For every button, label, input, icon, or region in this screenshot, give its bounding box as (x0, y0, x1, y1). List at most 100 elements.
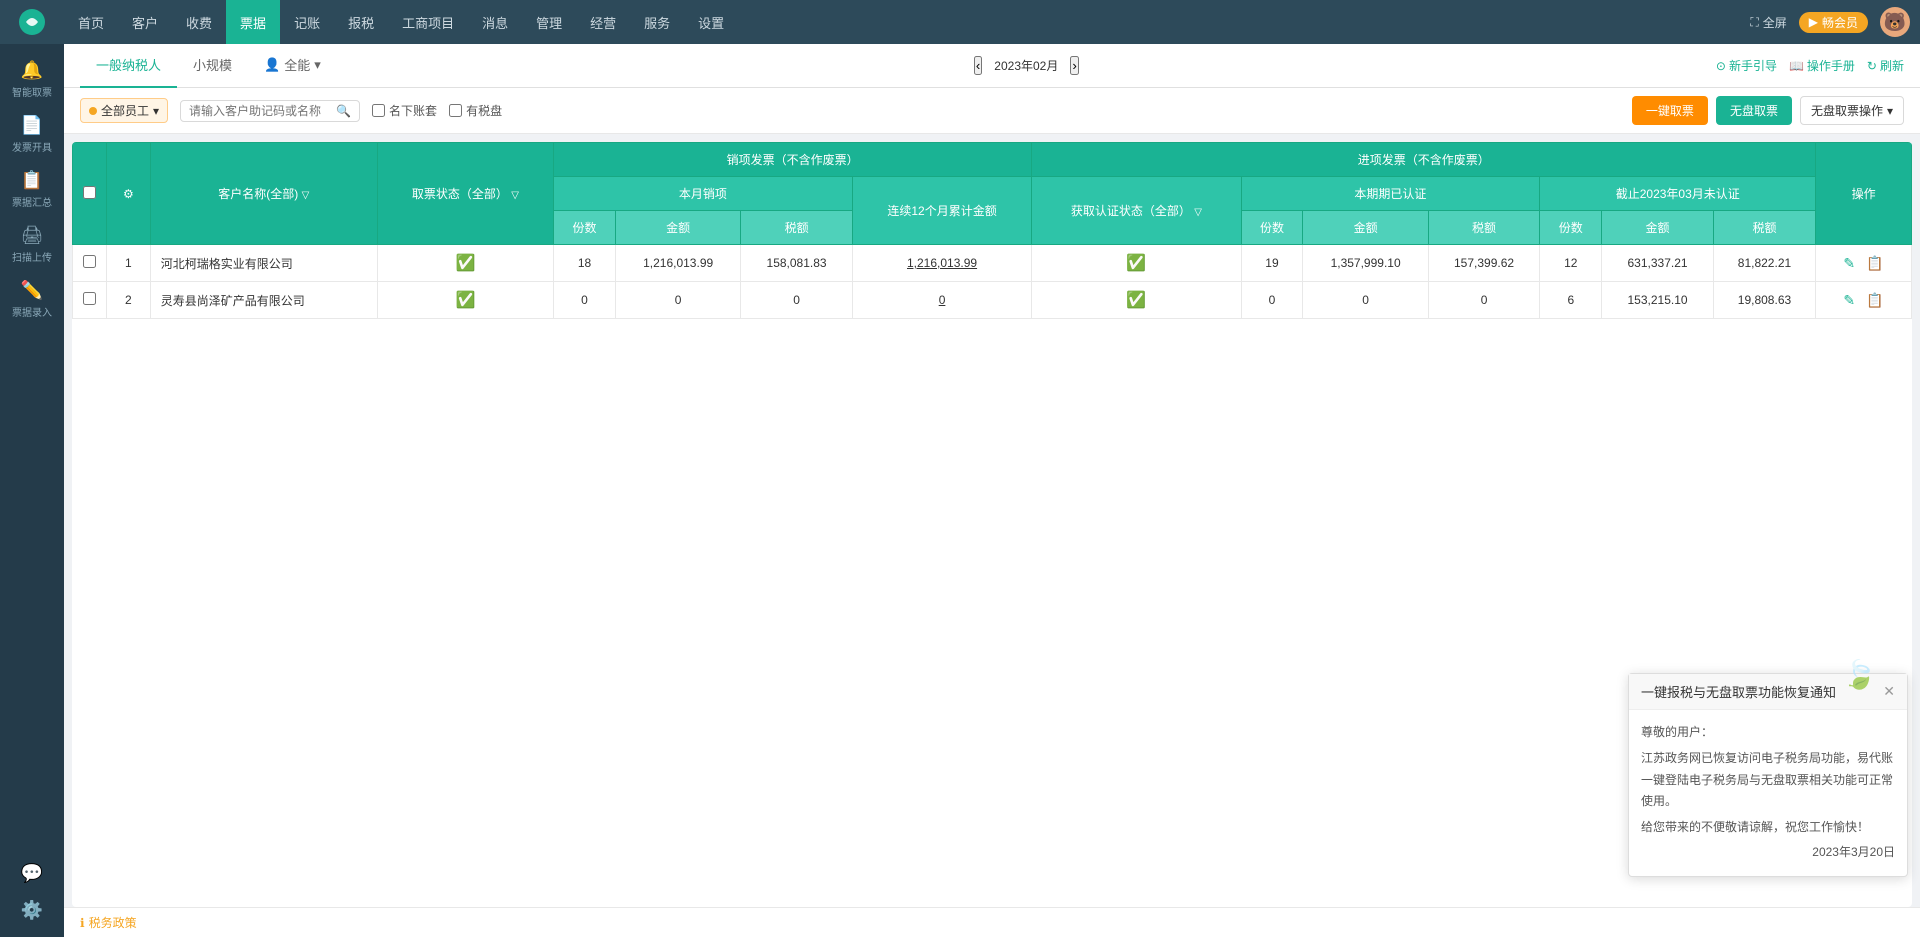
select-all-checkbox[interactable] (83, 186, 96, 199)
next-month-button[interactable]: › (1070, 56, 1078, 75)
row-period-tax: 157,399.62 (1428, 245, 1540, 282)
row-period-qty: 0 (1241, 282, 1303, 319)
popup-date: 2023年3月20日 (1641, 842, 1895, 864)
nav-service[interactable]: 服务 (630, 0, 684, 44)
popup-content: 江苏政务网已恢复访问电子税务局功能，易代账一键登陆电子税务局与无盘取票相关功能可… (1641, 748, 1895, 813)
search-icon[interactable]: 🔍 (336, 104, 351, 118)
th-operations: 操作 (1816, 143, 1912, 245)
smart-ticket-icon: 🔔 (21, 60, 43, 81)
status-check-icon: ✅ (455, 255, 475, 272)
nav-fee[interactable]: 收费 (172, 0, 226, 44)
status-filter-icon[interactable]: ▽ (511, 190, 519, 201)
nav-business[interactable]: 工商项目 (388, 0, 468, 44)
guide-icon: ⊙ (1716, 59, 1726, 73)
nav-accounting[interactable]: 记账 (280, 0, 334, 44)
copy-icon[interactable]: 📋 (1866, 255, 1883, 271)
row-checkbox[interactable] (83, 292, 96, 305)
prev-month-button[interactable]: ‹ (974, 56, 982, 75)
notification-popup: 🍃 一键报税与无盘取票功能恢复通知 ✕ 尊敬的用户： 江苏政务网已恢复访问电子税… (1628, 673, 1908, 877)
nav-home[interactable]: 首页 (64, 0, 118, 44)
manual-link[interactable]: 📖 操作手册 (1789, 57, 1855, 74)
popup-title: 一键报税与无盘取票功能恢复通知 (1641, 682, 1836, 701)
fullscreen-btn[interactable]: ⛶ 全屏 (1750, 14, 1786, 31)
popup-close-button[interactable]: ✕ (1883, 683, 1895, 700)
edit-icon[interactable]: ✎ (1843, 292, 1855, 308)
chat-icon: 💬 (21, 863, 43, 884)
filter-icon[interactable]: ▽ (302, 190, 310, 201)
tab-general-taxpayer[interactable]: 一般纳税人 (80, 44, 177, 88)
th-this-period: 本期期已认证 (1241, 177, 1540, 211)
tax-policy-link[interactable]: ℹ 税务政策 (80, 914, 137, 931)
dropdown-chevron-icon: ▾ (1887, 104, 1893, 118)
th-cert-status: 获取认证状态（全部） ▽ (1032, 177, 1241, 245)
ticket-entry-icon: ✏️ (21, 280, 43, 301)
row-checkbox[interactable] (83, 255, 96, 268)
sidebar-item-smart-ticket[interactable]: 🔔 智能取票 (0, 52, 64, 107)
table-row: 1 河北柯瑞格实业有限公司 ✅ 18 1,216,013.99 158,081.… (73, 245, 1912, 282)
one-click-ticket-button[interactable]: 一键取票 (1632, 96, 1708, 125)
new-guide-link[interactable]: ⊙ 新手引导 (1716, 57, 1777, 74)
sidebar-item-ticket-entry[interactable]: ✏️ 票据录入 (0, 272, 64, 327)
row-period-qty: 19 (1241, 245, 1303, 282)
checkbox-taxdisk-input[interactable] (449, 104, 462, 117)
employee-dot (89, 107, 97, 115)
popup-closing: 给您带来的不便敬请谅解，祝您工作愉快！ (1641, 817, 1895, 839)
nav-items: 首页 客户 收费 票据 记账 报税 工商项目 消息 管理 经营 服务 设置 (64, 0, 1750, 44)
th-sales-qty: 份数 (554, 211, 616, 245)
search-input[interactable] (189, 104, 332, 118)
th-this-month: 本月销项 (554, 177, 853, 211)
popup-decoration: 🍃 (1842, 658, 1877, 691)
row-sales-qty: 0 (554, 282, 616, 319)
row-customer: 灵寿县尚泽矿产品有限公司 (150, 282, 377, 319)
tab-all[interactable]: 👤 全能 ▾ (248, 44, 337, 88)
tab-small-scale[interactable]: 小规模 (177, 44, 248, 88)
nav-tax[interactable]: 报税 (334, 0, 388, 44)
app-logo (10, 0, 54, 44)
book-icon: 📖 (1789, 59, 1804, 73)
tabs-bar: 一般纳税人 小规模 👤 全能 ▾ ‹ 2023年02月 › ⊙ 新手引导 (64, 44, 1920, 88)
checkbox-account[interactable]: 名下账套 (372, 102, 437, 119)
row-status: ✅ (377, 282, 553, 319)
no-disk-ops-button[interactable]: 无盘取票操作 ▾ (1800, 96, 1904, 125)
nav-business2[interactable]: 经营 (576, 0, 630, 44)
nav-customer[interactable]: 客户 (118, 0, 172, 44)
nav-settings[interactable]: 设置 (684, 0, 738, 44)
th-sales-header: 销项发票（不含作废票） (554, 143, 1032, 177)
nav-message[interactable]: 消息 (468, 0, 522, 44)
info-icon: ℹ (80, 916, 85, 930)
row-checkbox-cell (73, 245, 107, 282)
status-check-icon: ✅ (455, 292, 475, 309)
user-avatar[interactable]: 🐻 (1880, 7, 1910, 37)
sidebar-item-invoice-summary[interactable]: 📋 票据汇总 (0, 162, 64, 217)
cert-check-icon: ✅ (1126, 255, 1146, 272)
sidebar-item-settings[interactable]: ⚙️ (17, 892, 47, 929)
invoice-open-icon: 📄 (21, 115, 43, 136)
sidebar-bottom: 💬 ⚙️ (17, 855, 47, 929)
th-sales-tax: 税额 (741, 211, 853, 245)
settings-gear-icon[interactable]: ⚙ (123, 187, 134, 201)
sidebar-item-invoice-open[interactable]: 📄 发票开具 (0, 107, 64, 162)
no-disk-ticket-button[interactable]: 无盘取票 (1716, 96, 1792, 125)
sidebar-item-chat[interactable]: 💬 (17, 855, 47, 892)
invoice-summary-icon: 📋 (21, 170, 43, 191)
refresh-link[interactable]: ↻ 刷新 (1867, 57, 1904, 74)
checkbox-account-input[interactable] (372, 104, 385, 117)
nav-right: ⛶ 全屏 ▶ 畅会员 🐻 (1750, 7, 1910, 37)
employee-select[interactable]: 全部员工 ▾ (80, 98, 168, 123)
popup-greeting: 尊敬的用户： (1641, 722, 1895, 744)
employee-label: 全部员工 (101, 102, 149, 119)
th-deadline: 截止2023年03月未认证 (1540, 177, 1816, 211)
search-box: 🔍 (180, 100, 360, 122)
row-operations: ✎ 📋 (1816, 245, 1912, 282)
nav-manage[interactable]: 管理 (522, 0, 576, 44)
copy-icon[interactable]: 📋 (1866, 292, 1883, 308)
edit-icon[interactable]: ✎ (1843, 255, 1855, 271)
vip-button[interactable]: ▶ 畅会员 (1799, 12, 1868, 33)
row-status: ✅ (377, 245, 553, 282)
sidebar-item-scan-upload[interactable]: 🖨 扫描上传 (0, 217, 64, 272)
cert-filter-icon[interactable]: ▽ (1194, 207, 1202, 218)
checkbox-taxdisk[interactable]: 有税盘 (449, 102, 502, 119)
employee-dropdown-icon: ▾ (153, 104, 159, 118)
row-period-amount: 0 (1303, 282, 1428, 319)
nav-invoice[interactable]: 票据 (226, 0, 280, 44)
